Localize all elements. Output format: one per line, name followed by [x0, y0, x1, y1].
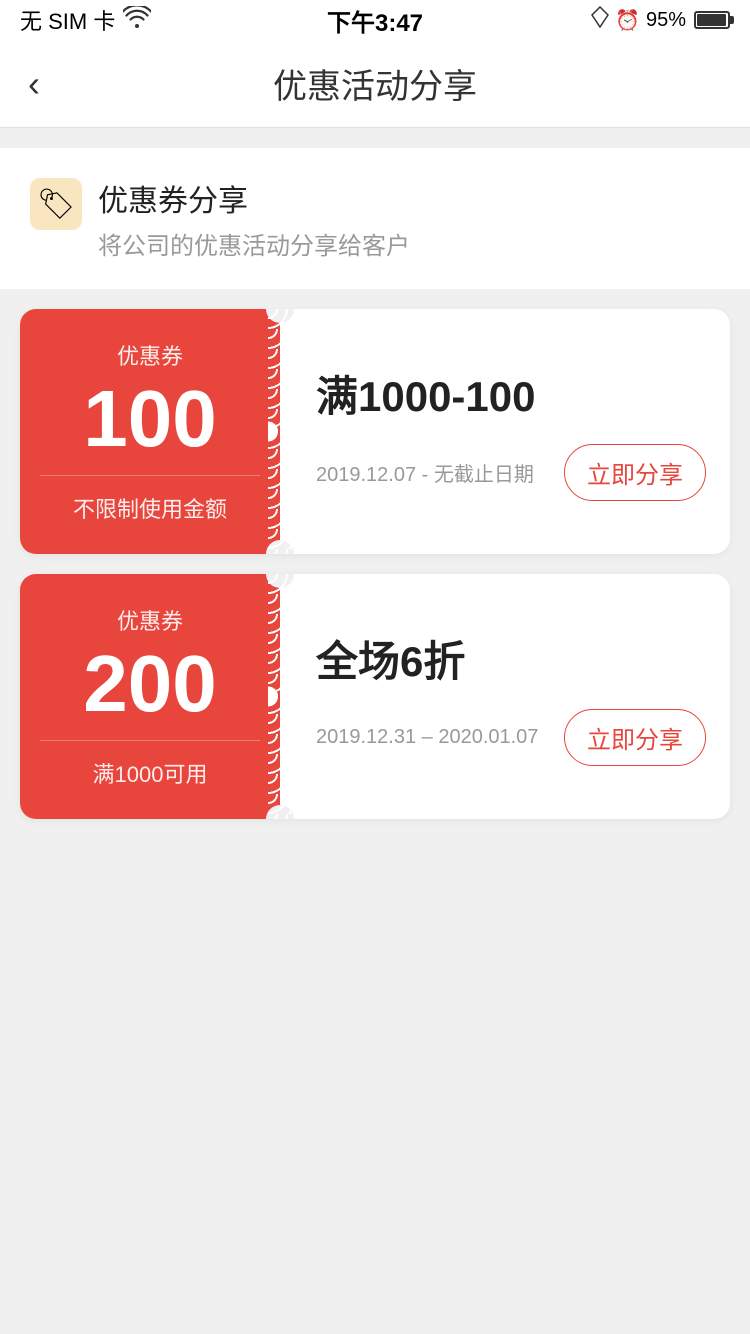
status-right: ⏰ 95%: [591, 6, 730, 34]
nav-bar: ‹ 优惠活动分享: [0, 40, 750, 128]
coupon-notch-top-2: [266, 574, 294, 588]
coupon-left-1: 优惠券 100 不限制使用金额: [20, 309, 280, 554]
coupon-notch-top-1: [266, 309, 294, 323]
coupon-type-1: 优惠券: [117, 339, 183, 371]
location-icon: [591, 6, 609, 34]
coupon-card-2: 优惠券 200 满1000可用 全场6折 2019.12.31 – 2020.0…: [20, 574, 730, 819]
coupon-card-1: 优惠券 100 不限制使用金额 满1000-100 2019.12.07 - 无…: [20, 309, 730, 554]
wifi-icon: [123, 6, 151, 34]
coupon-date-1: 2019.12.07 - 无截止日期: [316, 458, 554, 487]
battery-icon: [694, 11, 730, 29]
section-title: 优惠券分享: [98, 176, 410, 220]
coupon-condition-2: 满1000可用: [93, 757, 208, 789]
coupon-amount-1: 100: [83, 379, 216, 459]
section-header: 🏷 优惠券分享 将公司的优惠活动分享给客户: [0, 148, 750, 289]
coupon-date-2: 2019.12.31 – 2020.01.07: [316, 726, 554, 749]
coupon-left-2: 优惠券 200 满1000可用: [20, 574, 280, 819]
coupon-notch-bottom-1: [266, 540, 294, 554]
coupon-right-1: 满1000-100 2019.12.07 - 无截止日期 立即分享: [280, 309, 730, 554]
page-title: 优惠活动分享: [273, 59, 477, 108]
coupon-meta-1: 2019.12.07 - 无截止日期 立即分享: [316, 444, 706, 501]
back-button[interactable]: ‹: [28, 63, 40, 105]
coupon-type-2: 优惠券: [117, 604, 183, 636]
coupon-condition-1: 不限制使用金额: [73, 492, 227, 524]
coupon-list: 优惠券 100 不限制使用金额 满1000-100 2019.12.07 - 无…: [0, 289, 750, 839]
coupon-meta-2: 2019.12.31 – 2020.01.07 立即分享: [316, 709, 706, 766]
alarm-icon: ⏰: [615, 8, 640, 33]
battery-percent: 95%: [646, 9, 686, 32]
bottom-background: [0, 839, 750, 1239]
section-text-group: 优惠券分享 将公司的优惠活动分享给客户: [98, 176, 410, 261]
status-time: 下午3:47: [327, 3, 423, 38]
coupon-icon: 🏷: [37, 187, 75, 222]
section-subtitle: 将公司的优惠活动分享给客户: [98, 226, 410, 261]
status-left: 无 SIM 卡: [20, 4, 151, 36]
section-icon: 🏷: [30, 178, 82, 230]
coupon-notch-bottom-2: [266, 805, 294, 819]
status-bar: 无 SIM 卡 下午3:47 ⏰ 95%: [0, 0, 750, 40]
coupon-right-2: 全场6折 2019.12.31 – 2020.01.07 立即分享: [280, 574, 730, 819]
carrier-text: 无 SIM 卡: [20, 4, 115, 36]
share-button-2[interactable]: 立即分享: [564, 709, 706, 766]
coupon-name-1: 满1000-100: [316, 363, 706, 424]
coupon-name-2: 全场6折: [316, 628, 706, 689]
coupon-divider-1: [40, 475, 260, 476]
coupon-divider-2: [40, 740, 260, 741]
coupon-amount-2: 200: [83, 644, 216, 724]
share-button-1[interactable]: 立即分享: [564, 444, 706, 501]
